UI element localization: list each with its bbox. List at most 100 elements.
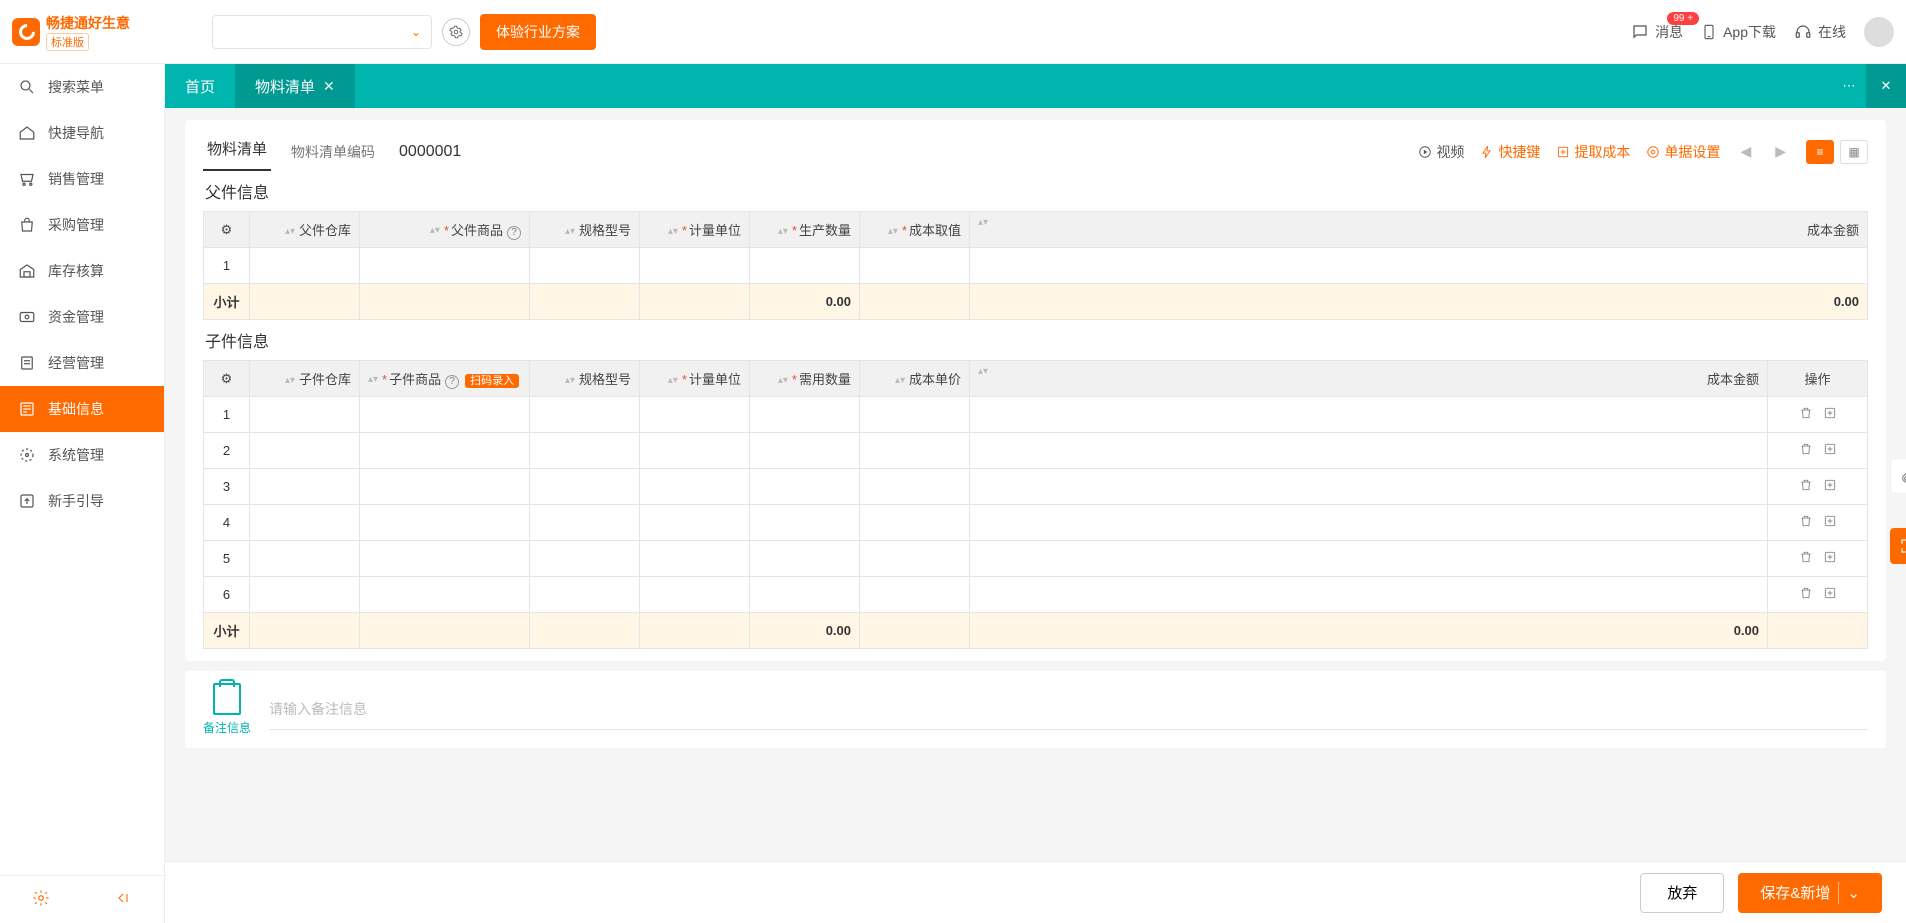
delete-row-button[interactable] [1799,586,1813,603]
sidebar-item-operations[interactable]: 经营管理 [0,340,164,386]
headset-icon [1794,23,1812,41]
col-child-spec[interactable]: ▴▾规格型号 [530,361,640,397]
view-card-button[interactable]: ▦ [1840,140,1868,164]
sidebar-item-finance[interactable]: 资金管理 [0,294,164,340]
col-child-need-qty[interactable]: ▴▾*需用数量 [750,361,860,397]
row-number: 2 [204,433,250,469]
messages-button[interactable]: 消息 99 + [1631,22,1683,42]
col-parent-qty[interactable]: ▴▾*生产数量 [750,212,860,248]
table-row[interactable]: 1 [204,248,1868,284]
delete-row-button[interactable] [1799,406,1813,423]
sidebar-collapse-button[interactable] [113,890,133,909]
child-subtotal-row: 小计 0.00 0.00 [204,613,1868,649]
sidebar-item-quick-nav[interactable]: 快捷导航 [0,110,164,156]
col-child-cost-amount[interactable]: ▴▾成本金额 [970,361,1768,397]
sidebar-item-purchase[interactable]: 采购管理 [0,202,164,248]
doc-settings-button[interactable]: 单据设置 [1646,142,1720,162]
shortcut-button[interactable]: 快捷键 [1480,142,1540,162]
prev-doc-button[interactable]: ◀ [1736,143,1755,160]
tab-home[interactable]: 首页 [165,64,235,108]
sidebar-settings-button[interactable] [32,889,50,910]
sidebar-item-inventory[interactable]: 库存核算 [0,248,164,294]
sidebar-item-basic-info[interactable]: 基础信息 [0,386,164,432]
help-icon[interactable]: ? [507,226,521,240]
bill-code-label: 物料清单编码 [291,142,375,162]
messages-badge: 99 + [1667,12,1699,25]
subtotal-label: 小计 [204,613,250,649]
sidebar-footer [0,875,164,923]
org-selector-group: ⌄ 体验行业方案 [212,14,596,50]
remark-input[interactable] [269,690,1868,730]
tab-close-icon[interactable]: ✕ [323,78,335,95]
fullscreen-button[interactable] [1890,528,1906,564]
experience-industry-button[interactable]: 体验行业方案 [480,14,596,50]
attachment-button[interactable] [1890,458,1906,494]
scan-input-badge[interactable]: 扫码录入 [465,374,519,388]
tab-bom[interactable]: 物料清单 ✕ [235,64,355,108]
org-settings-button[interactable] [442,18,470,46]
sidebar-item-system[interactable]: 系统管理 [0,432,164,478]
add-row-button[interactable] [1823,586,1837,603]
sidebar-item-guide[interactable]: 新手引导 [0,478,164,524]
add-row-button[interactable] [1823,514,1837,531]
save-and-new-button[interactable]: 保存&新增 ⌄ [1738,873,1882,913]
bag-icon [18,216,36,234]
col-parent-cost-basis[interactable]: ▴▾*成本取值 [860,212,970,248]
plus-square-icon [1823,550,1837,564]
table-row[interactable]: 4 [204,505,1868,541]
sidebar-item-search-menu[interactable]: 搜索菜单 [0,64,164,110]
table-row[interactable]: 5 [204,541,1868,577]
org-selector[interactable]: ⌄ [212,15,432,49]
home-icon [18,124,36,142]
video-help-button[interactable]: 视频 [1418,142,1464,162]
column-settings-button[interactable]: ⚙ [204,361,250,397]
delete-row-button[interactable] [1799,478,1813,495]
add-row-button[interactable] [1823,478,1837,495]
col-parent-spec[interactable]: ▴▾规格型号 [530,212,640,248]
row-number: 3 [204,469,250,505]
extract-cost-button[interactable]: 提取成本 [1556,142,1630,162]
delete-row-button[interactable] [1799,514,1813,531]
discard-button[interactable]: 放弃 [1640,873,1724,913]
gear-icon [32,889,50,907]
child-section-title: 子件信息 [203,320,1868,360]
col-parent-unit[interactable]: ▴▾*计量单位 [640,212,750,248]
table-row[interactable]: 3 [204,469,1868,505]
view-list-button[interactable]: ≡ [1806,140,1834,164]
user-avatar[interactable] [1864,17,1894,47]
col-child-product[interactable]: ▴▾*子件商品?扫码录入 [360,361,530,397]
table-row[interactable]: 2 [204,433,1868,469]
row-number: 4 [204,505,250,541]
col-parent-cost-amount[interactable]: ▴▾成本金额 [970,212,1868,248]
collapse-icon [113,890,133,906]
add-row-button[interactable] [1823,406,1837,423]
col-child-warehouse[interactable]: ▴▾子件仓库 [250,361,360,397]
parent-subtotal-row: 小计 0.00 0.00 [204,284,1868,320]
app-download-button[interactable]: App下载 [1701,22,1776,42]
table-row[interactable]: 6 [204,577,1868,613]
extract-icon [1556,145,1570,159]
tab-overflow-button[interactable]: ⋯ [1832,64,1866,108]
sidebar-item-label: 库存核算 [48,261,104,281]
next-doc-button[interactable]: ▶ [1771,143,1790,160]
chevron-down-icon[interactable]: ⌄ [1847,884,1860,902]
delete-row-button[interactable] [1799,550,1813,567]
sidebar-item-sales[interactable]: 销售管理 [0,156,164,202]
trash-icon [1799,550,1813,564]
table-row[interactable]: 1 [204,397,1868,433]
col-parent-product[interactable]: ▴▾*父件商品? [360,212,530,248]
clipboard-icon [18,354,36,372]
delete-row-button[interactable] [1799,442,1813,459]
page-subtab[interactable]: 物料清单 [203,132,271,171]
tab-close-all-button[interactable]: ✕ [1866,64,1906,108]
add-row-button[interactable] [1823,442,1837,459]
col-child-unit-cost[interactable]: ▴▾成本单价 [860,361,970,397]
help-icon[interactable]: ? [445,375,459,389]
online-support-button[interactable]: 在线 [1794,22,1846,42]
plus-square-icon [1823,586,1837,600]
sidebar-item-label: 采购管理 [48,215,104,235]
column-settings-button[interactable]: ⚙ [204,212,250,248]
col-parent-warehouse[interactable]: ▴▾父件仓库 [250,212,360,248]
add-row-button[interactable] [1823,550,1837,567]
col-child-unit[interactable]: ▴▾*计量单位 [640,361,750,397]
